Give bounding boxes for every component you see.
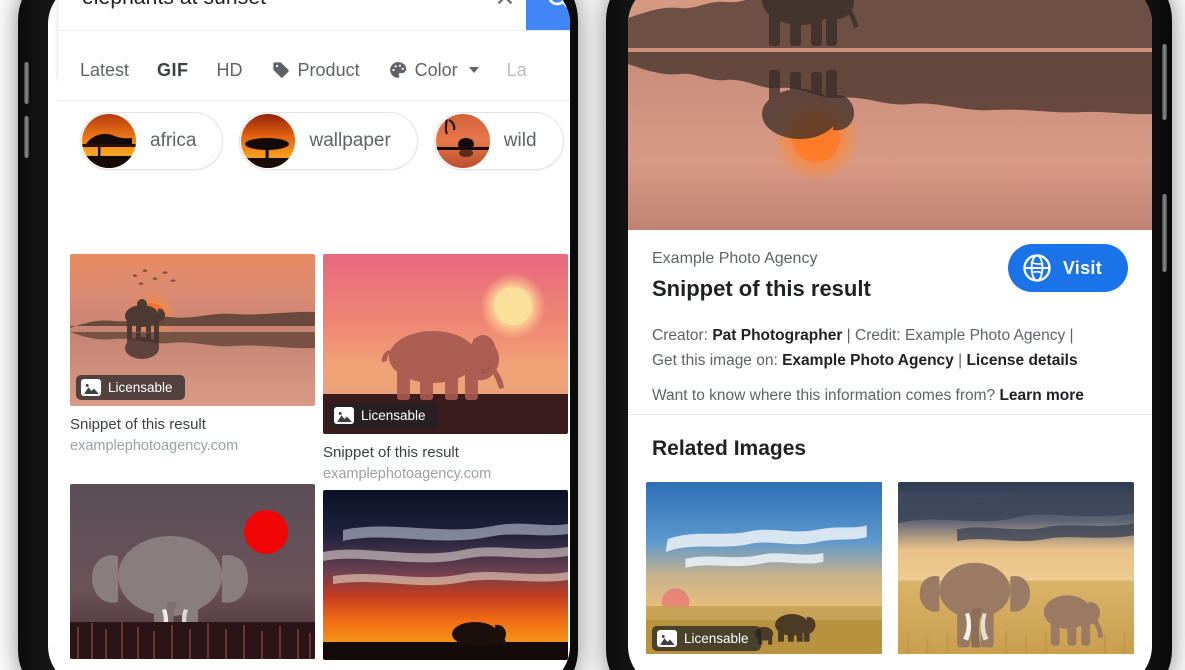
phone-device-right: Example Photo Agency Snippet of this res… [606,0,1172,670]
metadata-sep: | [1065,327,1074,344]
google-images-results-screen: elephants at sunset ✕ ALL IMAGES VIDEOS [48,0,570,670]
creator-prefix: Creator: [652,327,713,344]
source-link[interactable]: Example Photo Agency [782,352,954,369]
licensable-label: Licensable [684,631,749,646]
phone-screen-bezel-right: Example Photo Agency Snippet of this res… [628,0,1152,670]
chevron-down-icon [468,67,479,73]
visit-button[interactable]: Visit [1007,244,1128,292]
filter-hd[interactable]: HD [217,60,262,81]
chip-africa[interactable]: africa [80,112,224,170]
filter-gif-label: GIF [157,59,189,80]
filter-latest[interactable]: Latest [80,60,148,81]
chip-thumbnail [241,114,296,168]
image-icon [81,379,101,396]
metadata-line-1: Creator: Pat Photographer | Credit: Exam… [652,324,1128,348]
visit-label: Visit [1062,257,1102,278]
licensable-label: Licensable [108,380,173,395]
chip-label: africa [150,130,197,151]
result-thumbnail[interactable]: Licensable [323,254,568,434]
metadata-line-2: Get this image on: Example Photo Agency … [652,349,1128,373]
volume-up-button[interactable] [1162,44,1167,120]
get-image-prefix: Get this image on: [652,352,783,370]
result-snippet[interactable]: Snippet of this result [323,443,568,463]
volume-down-button[interactable] [24,116,29,158]
filter-large-label: La [506,59,527,80]
learn-more-prefix: Want to know where this information come… [652,387,1000,405]
image-detail-screen: Example Photo Agency Snippet of this res… [628,0,1152,670]
filter-large-clipped[interactable]: La [507,60,546,81]
filter-hd-label: HD [216,59,243,80]
filter-product-label: Product [297,59,360,80]
chip-wallpaper[interactable]: wallpaper [239,112,418,170]
filter-latest-label: Latest [80,59,130,80]
licensable-badge: Licensable [76,375,185,400]
tag-icon [272,62,289,78]
hero-image[interactable] [628,0,1152,230]
image-icon [657,630,677,647]
filter-color-label: Color [414,59,458,80]
image-detail-panel: Example Photo Agency Snippet of this res… [628,230,1152,423]
related-images-heading: Related Images [652,437,807,460]
filter-gif[interactable]: GIF [157,60,208,81]
related-image-2[interactable] [897,482,1135,657]
metadata-line-3: Want to know where this information come… [652,384,1128,408]
phone-device-left: elephants at sunset ✕ ALL IMAGES VIDEOS [18,0,578,670]
filter-color[interactable]: Color [388,60,498,81]
chip-thumbnail [82,114,136,168]
image-result-1[interactable]: Licensable Snippet of this result exampl… [70,254,315,454]
search-input[interactable]: elephants at sunset [82,0,484,10]
related-image-1[interactable]: Licensable [646,482,883,657]
licensable-badge: Licensable [652,626,761,651]
image-metadata: Creator: Pat Photographer | Credit: Exam… [652,324,1128,408]
licensable-badge: Licensable [329,403,438,428]
elephant-rider-mirror-sunset-scene [628,0,1152,230]
result-thumbnail[interactable] [70,484,315,659]
screenshot-stage: elephants at sunset ✕ ALL IMAGES VIDEOS [0,0,1185,670]
chip-label: wild [503,130,537,151]
power-button[interactable] [1162,194,1167,272]
image-filter-bar: Latest GIF HD Product Color La [58,40,570,101]
search-icon [548,0,570,10]
related-search-chips: africa wallpaper wild [58,101,570,181]
search-bar[interactable]: elephants at sunset ✕ [58,0,570,31]
credit-prefix: | Credit: [842,327,905,344]
chip-label: wallpaper [309,130,391,151]
related-images-grid: Licensable [646,482,1134,657]
licensable-label: Licensable [361,408,426,423]
image-icon [334,407,354,424]
elephants-golden-grass-scene [897,482,1134,655]
image-result-4[interactable] [323,490,568,660]
image-result-3[interactable] [70,484,315,659]
chip-thumbnail [435,114,490,168]
image-results-grid: Licensable Snippet of this result exampl… [58,182,570,670]
image-result-2[interactable]: Licensable Snippet of this result exampl… [323,254,568,482]
divider [628,414,1152,415]
result-thumbnail[interactable] [323,490,568,660]
globe-icon [1023,254,1051,282]
close-icon[interactable]: ✕ [484,0,526,11]
volume-up-button[interactable] [24,62,29,104]
license-details-link[interactable]: License details [966,352,1077,369]
result-domain: examplephotoagency.com [70,438,239,455]
creator-name: Pat Photographer [712,327,843,344]
chip-wild[interactable]: wild [433,112,564,170]
result-thumbnail[interactable]: Licensable [70,254,315,406]
elephant-dramatic-dusk-scene [323,490,568,660]
search-button[interactable] [526,0,570,30]
result-domain: examplephotoagency.com [323,466,492,483]
credit-name: Example Photo Agency [904,327,1066,344]
palette-icon [389,62,406,78]
phone-screen-bezel-left: elephants at sunset ✕ ALL IMAGES VIDEOS [48,0,570,670]
learn-more-link[interactable]: Learn more [999,387,1083,404]
result-snippet[interactable]: Snippet of this result [70,415,315,435]
elephant-grass-red-sun-scene [70,484,315,659]
metadata-sep: | [953,352,967,370]
filter-product[interactable]: Product [271,60,379,81]
